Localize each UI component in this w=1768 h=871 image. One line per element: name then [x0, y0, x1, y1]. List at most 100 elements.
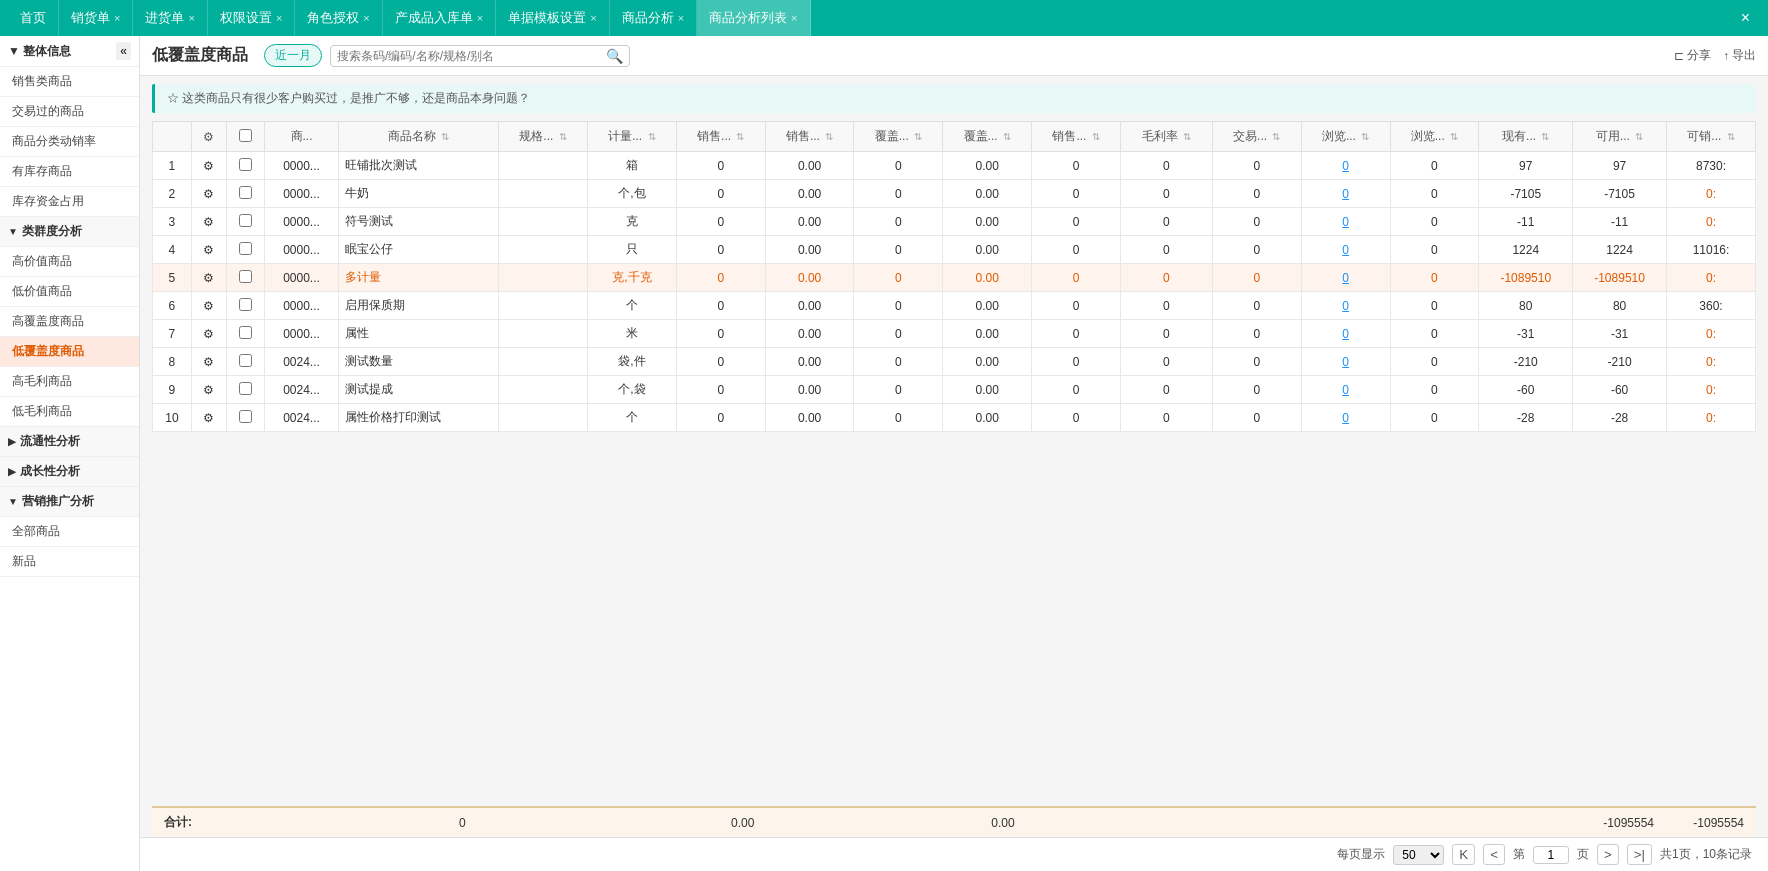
- sidebar-section-3[interactable]: ▶ 成长性分析: [0, 457, 139, 487]
- table-row[interactable]: 10⚙0024...属性价格打印测试个00.0000.0000000-28-28…: [153, 404, 1756, 432]
- nav-close-icon[interactable]: ×: [276, 12, 282, 24]
- sidebar-section-4[interactable]: ▼ 营销推广分析: [0, 487, 139, 517]
- sidebar-item-全部商品[interactable]: 全部商品: [0, 517, 139, 547]
- settings-icon[interactable]: ⚙: [203, 383, 214, 397]
- nav-item-单据模板设置[interactable]: 单据模板设置 ×: [496, 0, 609, 36]
- share-button[interactable]: ⊏ 分享: [1674, 47, 1711, 64]
- table-row[interactable]: 7⚙0000...属性米00.0000.0000000-31-310:: [153, 320, 1756, 348]
- row-checkbox[interactable]: [239, 354, 252, 367]
- nav-close-icon[interactable]: ×: [114, 12, 120, 24]
- col-header-spec[interactable]: 规格... ⇅: [499, 122, 588, 152]
- sidebar-item-交易过的商品[interactable]: 交易过的商品: [0, 97, 139, 127]
- nav-close-icon[interactable]: ×: [590, 12, 596, 24]
- row-checkbox[interactable]: [239, 270, 252, 283]
- last-page-button[interactable]: >|: [1627, 844, 1652, 865]
- cell-view1[interactable]: 0: [1301, 320, 1390, 348]
- sidebar-item-新品[interactable]: 新品: [0, 547, 139, 577]
- table-row[interactable]: 8⚙0024...测试数量袋,件00.0000.0000000-210-2100…: [153, 348, 1756, 376]
- row-checkbox[interactable]: [239, 382, 252, 395]
- col-header-current_stock[interactable]: 现有... ⇅: [1479, 122, 1573, 152]
- sidebar-item-高价值商品[interactable]: 高价值商品: [0, 247, 139, 277]
- col-header-checkbox[interactable]: [227, 122, 265, 152]
- search-input[interactable]: [337, 49, 606, 63]
- first-page-button[interactable]: K: [1452, 844, 1475, 865]
- col-header-cover1[interactable]: 覆盖... ⇅: [854, 122, 943, 152]
- col-header-code[interactable]: 商...: [265, 122, 338, 152]
- settings-icon[interactable]: ⚙: [203, 159, 214, 173]
- sidebar-item-高毛利商品[interactable]: 高毛利商品: [0, 367, 139, 397]
- sidebar-item-高覆盖度商品[interactable]: 高覆盖度商品: [0, 307, 139, 337]
- select-all-checkbox[interactable]: [239, 129, 252, 142]
- col-header-view1[interactable]: 浏览... ⇅: [1301, 122, 1390, 152]
- row-checkbox[interactable]: [239, 298, 252, 311]
- sidebar-section-1[interactable]: ▼ 类群度分析: [0, 217, 139, 247]
- sidebar-collapse-button[interactable]: «: [116, 42, 131, 60]
- cell-view1[interactable]: 0: [1301, 208, 1390, 236]
- prev-page-button[interactable]: <: [1483, 844, 1505, 865]
- cell-view1[interactable]: 0: [1301, 236, 1390, 264]
- col-header-unit[interactable]: 计量... ⇅: [587, 122, 676, 152]
- col-header-gross_margin[interactable]: 毛利率 ⇅: [1121, 122, 1213, 152]
- cell-view1[interactable]: 0: [1301, 348, 1390, 376]
- col-header-name[interactable]: 商品名称 ⇅: [338, 122, 499, 152]
- row-checkbox[interactable]: [239, 242, 252, 255]
- settings-icon[interactable]: ⚙: [203, 327, 214, 341]
- settings-icon[interactable]: ⚙: [203, 243, 214, 257]
- col-header-sales_qty[interactable]: 销售... ⇅: [676, 122, 765, 152]
- sidebar-item-低价值商品[interactable]: 低价值商品: [0, 277, 139, 307]
- date-filter-button[interactable]: 近一月: [264, 44, 322, 67]
- table-row[interactable]: 6⚙0000...启用保质期个00.0000.00000008080360:: [153, 292, 1756, 320]
- row-checkbox[interactable]: [239, 214, 252, 227]
- col-header-trade[interactable]: 交易... ⇅: [1212, 122, 1301, 152]
- col-header-view2[interactable]: 浏览... ⇅: [1390, 122, 1479, 152]
- nav-item-角色授权[interactable]: 角色授权 ×: [295, 0, 382, 36]
- nav-item-商品分析[interactable]: 商品分析 ×: [610, 0, 697, 36]
- nav-close-icon[interactable]: ×: [791, 12, 797, 24]
- settings-icon[interactable]: ⚙: [203, 411, 214, 425]
- cell-view1[interactable]: 0: [1301, 180, 1390, 208]
- export-button[interactable]: ↑ 导出: [1723, 47, 1756, 64]
- nav-close-icon[interactable]: ×: [188, 12, 194, 24]
- next-page-button[interactable]: >: [1597, 844, 1619, 865]
- table-row[interactable]: 5⚙0000...多计量克,千克00.0000.0000000-1089510-…: [153, 264, 1756, 292]
- col-header-sales_amt[interactable]: 销售... ⇅: [765, 122, 854, 152]
- col-header-sellable[interactable]: 可销... ⇅: [1666, 122, 1755, 152]
- row-checkbox[interactable]: [239, 158, 252, 171]
- sidebar-item-有库存商品[interactable]: 有库存商品: [0, 157, 139, 187]
- sidebar-item-库存资金占用[interactable]: 库存资金占用: [0, 187, 139, 217]
- window-close-button[interactable]: ×: [1731, 9, 1760, 27]
- sidebar-item-销售类商品[interactable]: 销售类商品: [0, 67, 139, 97]
- col-header-cover2[interactable]: 覆盖... ⇅: [943, 122, 1032, 152]
- cell-view1[interactable]: 0: [1301, 264, 1390, 292]
- row-checkbox[interactable]: [239, 326, 252, 339]
- nav-item-权限设置[interactable]: 权限设置 ×: [208, 0, 295, 36]
- sidebar-section-2[interactable]: ▶ 流通性分析: [0, 427, 139, 457]
- settings-icon[interactable]: ⚙: [203, 355, 214, 369]
- cell-view1[interactable]: 0: [1301, 152, 1390, 180]
- table-row[interactable]: 9⚙0024...测试提成个,袋00.0000.0000000-60-600:: [153, 376, 1756, 404]
- table-row[interactable]: 3⚙0000...符号测试克00.0000.0000000-11-110:: [153, 208, 1756, 236]
- cell-view1[interactable]: 0: [1301, 292, 1390, 320]
- nav-close-icon[interactable]: ×: [678, 12, 684, 24]
- row-checkbox[interactable]: [239, 186, 252, 199]
- sidebar-item-低毛利商品[interactable]: 低毛利商品: [0, 397, 139, 427]
- page-number-input[interactable]: [1533, 846, 1569, 864]
- table-row[interactable]: 2⚙0000...牛奶个,包00.0000.0000000-7105-71050…: [153, 180, 1756, 208]
- col-header-sales3[interactable]: 销售... ⇅: [1032, 122, 1121, 152]
- table-container[interactable]: ⚙商...商品名称 ⇅规格... ⇅计量... ⇅销售... ⇅销售... ⇅覆…: [152, 121, 1756, 806]
- settings-icon[interactable]: ⚙: [203, 299, 214, 313]
- per-page-select[interactable]: 50 10 20 100: [1393, 845, 1444, 865]
- nav-item-进货单[interactable]: 进货单 ×: [133, 0, 207, 36]
- table-row[interactable]: 4⚙0000...眠宝公仔只00.0000.000000012241224110…: [153, 236, 1756, 264]
- settings-icon[interactable]: ⚙: [203, 271, 214, 285]
- table-row[interactable]: 1⚙0000...旺铺批次测试箱00.0000.000000097978730:: [153, 152, 1756, 180]
- nav-item-产成品入库单[interactable]: 产成品入库单 ×: [383, 0, 496, 36]
- sidebar-item-低覆盖度商品[interactable]: 低覆盖度商品: [0, 337, 139, 367]
- cell-view1[interactable]: 0: [1301, 376, 1390, 404]
- settings-icon[interactable]: ⚙: [203, 187, 214, 201]
- nav-item-销货单[interactable]: 销货单 ×: [59, 0, 133, 36]
- nav-close-icon[interactable]: ×: [477, 12, 483, 24]
- nav-item-商品分析列表[interactable]: 商品分析列表 ×: [697, 0, 810, 36]
- row-checkbox[interactable]: [239, 410, 252, 423]
- sidebar-item-商品分类动销率[interactable]: 商品分类动销率: [0, 127, 139, 157]
